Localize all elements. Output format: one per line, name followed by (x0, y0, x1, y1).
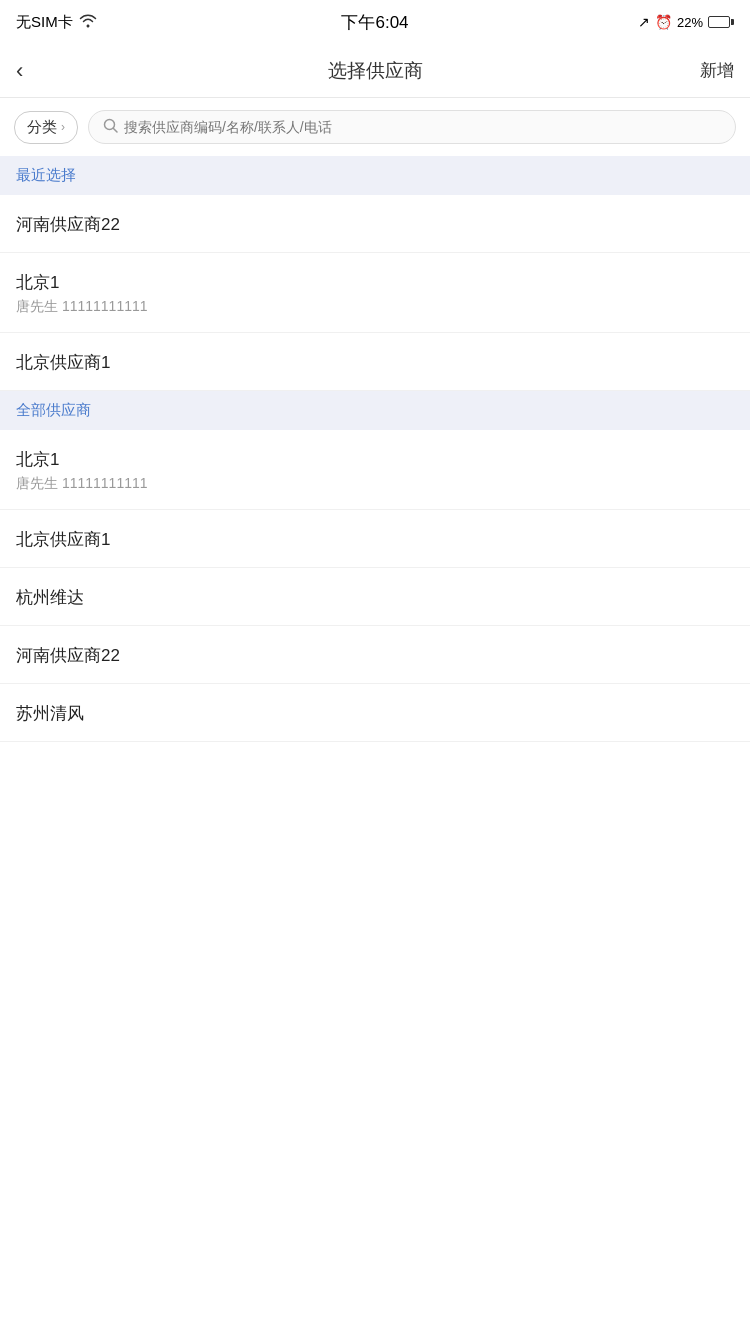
battery-label: 22% (677, 15, 703, 30)
battery-icon (708, 16, 734, 28)
supplier-detail: 唐先生 11111111111 (16, 298, 734, 316)
status-time: 下午6:04 (341, 11, 408, 34)
list-item[interactable]: 北京供应商1 (0, 333, 750, 391)
supplier-name: 北京供应商1 (16, 351, 734, 374)
wifi-icon (79, 14, 97, 31)
alarm-icon: ⏰ (655, 14, 672, 30)
supplier-name: 河南供应商22 (16, 644, 734, 667)
list-item[interactable]: 河南供应商22 (0, 195, 750, 253)
status-right: ↗ ⏰ 22% (638, 14, 734, 30)
chevron-right-icon: › (61, 120, 65, 134)
carrier-label: 无SIM卡 (16, 13, 73, 32)
nav-bar: ‹ 选择供应商 新增 (0, 44, 750, 98)
all-header-label: 全部供应商 (16, 401, 91, 418)
search-icon (103, 118, 118, 136)
supplier-detail: 唐先生 11111111111 (16, 475, 734, 493)
list-item[interactable]: 北京1 唐先生 11111111111 (0, 430, 750, 510)
category-label: 分类 (27, 118, 57, 137)
search-box[interactable] (88, 110, 736, 144)
recent-section-header: 最近选择 (0, 156, 750, 195)
status-left: 无SIM卡 (16, 13, 97, 32)
add-button[interactable]: 新增 (700, 59, 734, 82)
list-item[interactable]: 北京1 唐先生 11111111111 (0, 253, 750, 333)
supplier-name: 苏州清风 (16, 702, 734, 725)
status-bar: 无SIM卡 下午6:04 ↗ ⏰ 22% (0, 0, 750, 44)
list-item[interactable]: 苏州清风 (0, 684, 750, 742)
svg-line-1 (114, 129, 118, 133)
list-item[interactable]: 河南供应商22 (0, 626, 750, 684)
supplier-name: 杭州维达 (16, 586, 734, 609)
back-button[interactable]: ‹ (8, 50, 31, 92)
recent-header-label: 最近选择 (16, 166, 76, 183)
all-items-list: 北京1 唐先生 11111111111 北京供应商1 杭州维达 河南供应商22 … (0, 430, 750, 742)
category-filter-button[interactable]: 分类 › (14, 111, 78, 144)
supplier-name: 北京供应商1 (16, 528, 734, 551)
page-title: 选择供应商 (328, 58, 423, 84)
list-item[interactable]: 北京供应商1 (0, 510, 750, 568)
recent-items-list: 河南供应商22 北京1 唐先生 11111111111 北京供应商1 (0, 195, 750, 391)
list-item[interactable]: 杭州维达 (0, 568, 750, 626)
location-icon: ↗ (638, 14, 650, 30)
search-input[interactable] (124, 119, 721, 135)
all-section-header: 全部供应商 (0, 391, 750, 430)
supplier-name: 北京1 (16, 448, 734, 471)
supplier-name: 河南供应商22 (16, 213, 734, 236)
filter-bar: 分类 › (0, 98, 750, 156)
supplier-name: 北京1 (16, 271, 734, 294)
